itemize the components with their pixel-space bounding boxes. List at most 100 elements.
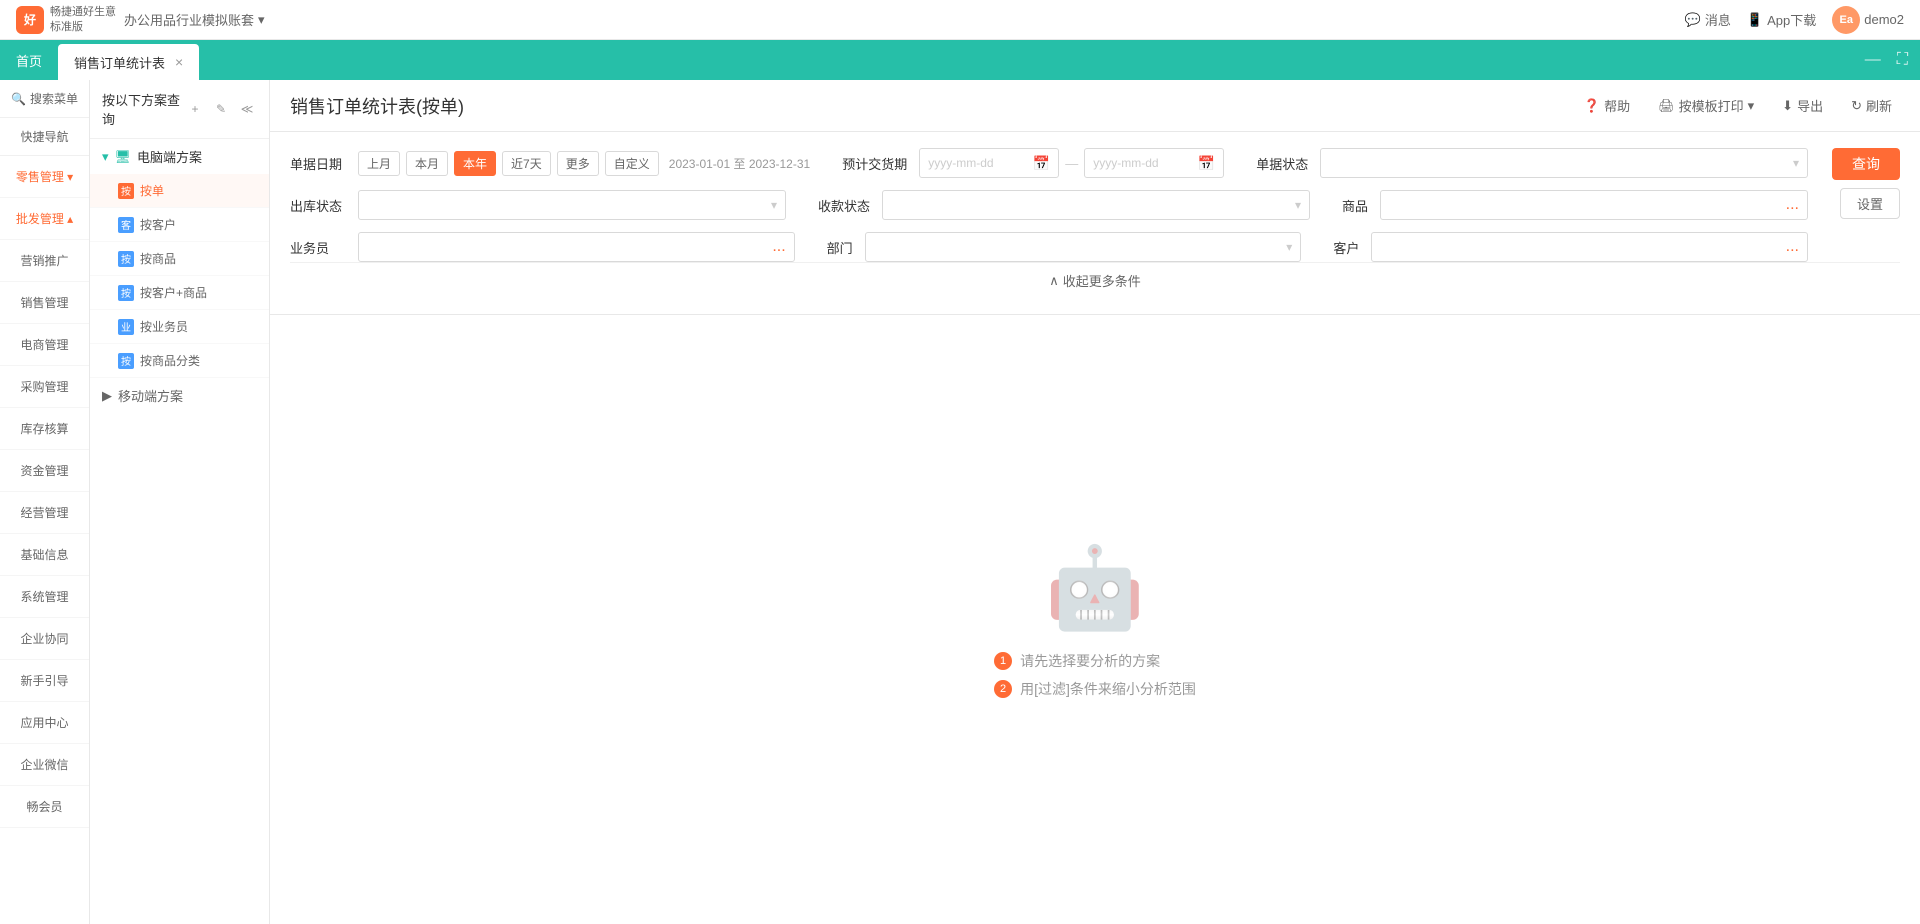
sidebar-item-wholesale[interactable]: 批发管理 ▴ [0, 198, 89, 240]
sidebar-item-enterprise[interactable]: 企业协同 [0, 618, 89, 660]
date-btn-last-month[interactable]: 上月 [358, 151, 400, 176]
help-button[interactable]: ❓ 帮助 [1576, 92, 1638, 119]
order-status-select[interactable]: ▾ [1320, 148, 1808, 178]
print-arrow-icon: ▾ [1748, 98, 1755, 114]
goods-input[interactable]: ... [1380, 190, 1808, 220]
filter-row-1: 单据日期 上月 本月 本年 近7天 更多 自定义 2023-01-01 至 20… [290, 148, 1808, 178]
scheme-group-desktop-title[interactable]: ▾ 🖥 电脑端方案 [90, 139, 269, 174]
breadcrumb-arrow-icon: ▾ [258, 12, 265, 28]
sidebar-item-label: 系统管理 [0, 588, 89, 605]
customer-input[interactable]: ... [1371, 232, 1808, 262]
date-buttons: 上月 本月 本年 近7天 更多 自定义 2023-01-01 至 2023-12… [358, 151, 810, 176]
expected-delivery-range: yyyy-mm-dd 📅 — yyyy-mm-dd 📅 [919, 148, 1224, 178]
user-profile[interactable]: Ea demo2 [1832, 6, 1904, 34]
scheme-item-by-customer-goods[interactable]: 按 按客户+商品 [90, 276, 269, 310]
customer-ellipsis-icon[interactable]: ... [1786, 238, 1799, 256]
sidebar-item-sales[interactable]: 销售管理 [0, 282, 89, 324]
window-minimize-icon[interactable]: — [1861, 47, 1885, 73]
sidebar-item-purchase[interactable]: 采购管理 [0, 366, 89, 408]
expected-delivery-label: 预计交货期 [842, 154, 907, 173]
sidebar-item-basic[interactable]: 基础信息 [0, 534, 89, 576]
sidebar-item-inventory[interactable]: 库存核算 [0, 408, 89, 450]
tab-close-icon[interactable]: × [175, 55, 183, 69]
scheme-item-by-customer[interactable]: 客 按客户 [90, 208, 269, 242]
staff-input[interactable]: ... [358, 232, 795, 262]
tab-bar: 首页 销售订单统计表 × — ⛶ [0, 40, 1920, 80]
print-template-button[interactable]: 🖨 按模板打印 ▾ [1650, 92, 1762, 119]
sidebar-item-operation[interactable]: 经营管理 [0, 492, 89, 534]
sidebar-item-marketing[interactable]: 营销推广 [0, 240, 89, 282]
hint-num-2: 2 [994, 680, 1012, 698]
sidebar-item-label: 应用中心 [0, 714, 89, 731]
empty-hints: 1 请先选择要分析的方案 2 用[过滤]条件来缩小分析范围 [994, 651, 1196, 699]
hint-num-1: 1 [994, 652, 1012, 670]
dept-select[interactable]: ▾ [865, 232, 1302, 262]
staff-label: 业务员 [290, 238, 346, 257]
message-icon: 💬 [1685, 12, 1701, 28]
sidebar-item-member[interactable]: 畅会员 [0, 786, 89, 828]
scheme-item-icon-customer: 客 [118, 217, 134, 233]
date-btn-custom[interactable]: 自定义 [605, 151, 659, 176]
out-status-select[interactable]: ▾ [358, 190, 786, 220]
refresh-button[interactable]: ↻ 刷新 [1843, 92, 1900, 119]
breadcrumb[interactable]: 办公用品行业模拟账套 ▾ [124, 10, 265, 29]
scheme-item-by-order[interactable]: 按 按单 [90, 174, 269, 208]
scheme-item-icon-goods: 按 [118, 251, 134, 267]
scheme-item-by-staff[interactable]: 业 按业务员 [90, 310, 269, 344]
sidebar-item-label: 采购管理 [0, 378, 89, 395]
collapse-filter-button[interactable]: ∧ 收起更多条件 [290, 262, 1900, 298]
scheme-item-by-goods[interactable]: 按 按商品 [90, 242, 269, 276]
sidebar-item-label: 零售管理 ▾ [0, 168, 89, 185]
scheme-group-desktop-icon: 🖥 [115, 149, 132, 165]
date-btn-this-month[interactable]: 本月 [406, 151, 448, 176]
sidebar-item-retail[interactable]: 零售管理 ▾ [0, 156, 89, 198]
sidebar-quick-nav[interactable]: 快捷导航 [0, 118, 89, 156]
app-download-button[interactable]: 📱 App下载 [1747, 10, 1816, 29]
sidebar-item-label: 经营管理 [0, 504, 89, 521]
sidebar-item-newuser[interactable]: 新手引导 [0, 660, 89, 702]
scheme-collapse-button[interactable]: ≪ [237, 99, 257, 119]
filter-row-2: 出库状态 ▾ 收款状态 ▾ 商品 [290, 190, 1808, 220]
sidebar-item-label: 批发管理 ▴ [0, 210, 89, 227]
sidebar-item-appcenter[interactable]: 应用中心 [0, 702, 89, 744]
scheme-mobile-group[interactable]: ▶ 移动端方案 [90, 378, 269, 413]
logo-icon: 好 [16, 6, 44, 34]
receipt-status-select[interactable]: ▾ [882, 190, 1310, 220]
date-btn-this-year[interactable]: 本年 [454, 151, 496, 176]
sidebar-item-label: 电商管理 [0, 336, 89, 353]
goods-ellipsis-icon[interactable]: ... [1786, 196, 1799, 214]
export-button[interactable]: ⬇ 导出 [1774, 92, 1831, 119]
expected-delivery-end[interactable]: yyyy-mm-dd 📅 [1084, 148, 1224, 178]
page-actions: ❓ 帮助 🖨 按模板打印 ▾ ⬇ 导出 ↻ 刷新 [1576, 92, 1900, 119]
settings-button[interactable]: 设置 [1840, 188, 1900, 219]
scheme-edit-button[interactable]: ✎ [211, 99, 231, 119]
order-status-arrow: ▾ [1793, 156, 1799, 170]
query-button[interactable]: 查询 [1832, 148, 1900, 180]
filter-row-3: 业务员 ... 部门 ▾ 客户 [290, 232, 1808, 262]
logo-text: 畅捷通好生意 标准版 [50, 5, 116, 34]
expected-delivery-start[interactable]: yyyy-mm-dd 📅 [919, 148, 1059, 178]
scheme-panel-title: 按以下方案查询 [102, 90, 185, 128]
empty-hint-1: 1 请先选择要分析的方案 [994, 651, 1196, 671]
breadcrumb-text: 办公用品行业模拟账套 [124, 10, 254, 29]
logo-area: 好 畅捷通好生意 标准版 [16, 5, 116, 34]
sidebar-item-ecommerce[interactable]: 电商管理 [0, 324, 89, 366]
scheme-item-icon-staff: 业 [118, 319, 134, 335]
date-btn-more[interactable]: 更多 [557, 151, 599, 176]
tab-home[interactable]: 首页 [0, 40, 58, 80]
staff-ellipsis-icon[interactable]: ... [772, 238, 785, 256]
message-button[interactable]: 💬 消息 [1685, 10, 1731, 29]
tab-bar-controls: — ⛶ [1861, 40, 1920, 80]
sidebar-item-system[interactable]: 系统管理 [0, 576, 89, 618]
window-maximize-icon[interactable]: ⛶ [1893, 47, 1912, 73]
scheme-add-button[interactable]: + [185, 99, 205, 119]
sidebar-item-wechat[interactable]: 企业微信 [0, 744, 89, 786]
tab-sales-order-stats[interactable]: 销售订单统计表 × [58, 44, 199, 80]
date-btn-last-7days[interactable]: 近7天 [502, 151, 551, 176]
page-header: 销售订单统计表(按单) ❓ 帮助 🖨 按模板打印 ▾ ⬇ 导出 [270, 80, 1920, 132]
sidebar-item-label: 基础信息 [0, 546, 89, 563]
sidebar-search[interactable]: 🔍 搜索菜单 [0, 80, 89, 118]
sidebar-item-finance[interactable]: 资金管理 [0, 450, 89, 492]
scheme-panel-actions: + ✎ ≪ [185, 99, 257, 119]
scheme-item-by-category[interactable]: 按 按商品分类 [90, 344, 269, 378]
